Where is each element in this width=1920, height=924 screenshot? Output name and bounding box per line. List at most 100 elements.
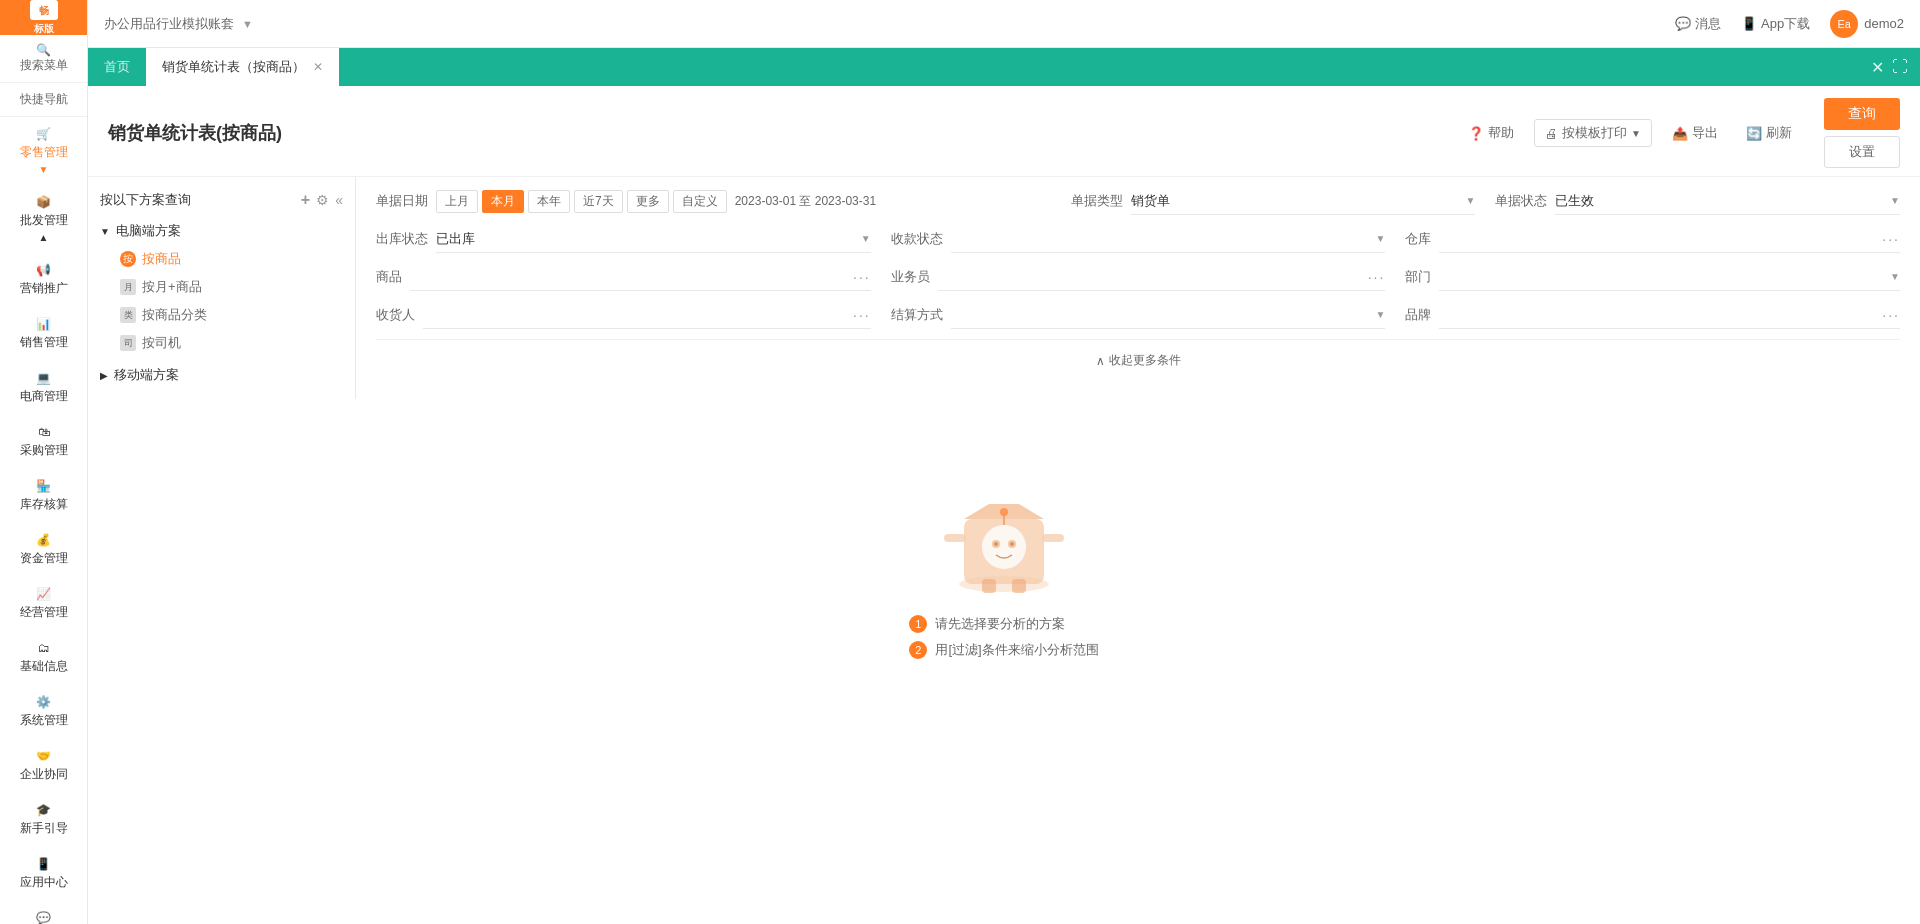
sidebar-quick-nav[interactable]: 快捷导航 [0,83,87,117]
out-status-value[interactable]: 已出库 ▼ [436,225,871,253]
scheme-panel-actions: + ⚙ « [301,191,343,209]
sidebar-item-purchase[interactable]: 🛍 采购管理 [0,415,87,469]
product-value[interactable]: ··· [410,263,871,291]
collapse-label: 收起更多条件 [1109,352,1181,369]
payment-value[interactable]: ▼ [951,301,1386,329]
tab-home[interactable]: 首页 [88,48,146,86]
app-download-btn[interactable]: 📱 App下载 [1741,15,1810,33]
scheme-item-by-product[interactable]: 按 按商品 [88,245,355,273]
empty-tips: 1 请先选择要分析的方案 2 用[过滤]条件来缩小分析范围 [909,615,1098,659]
industry-dropdown-icon[interactable]: ▼ [242,18,253,30]
date-btn-this-year[interactable]: 本年 [528,190,570,213]
refresh-btn[interactable]: 🔄 刷新 [1738,120,1800,146]
salesman-value[interactable]: ··· [938,263,1386,291]
sidebar-item-retail[interactable]: 🛒 零售管理 ▼ [0,117,87,185]
add-scheme-icon[interactable]: + [301,191,310,209]
tab-close-window-icon[interactable]: ✕ [1871,58,1884,77]
sidebar-item-base[interactable]: 🗂 基础信息 [0,631,87,685]
product-dots: ··· [853,269,871,285]
brand-value[interactable]: ··· [1439,301,1900,329]
help-btn[interactable]: ❓ 帮助 [1460,120,1522,146]
desktop-group-arrow: ▼ [100,226,110,237]
help-icon: ❓ [1468,126,1484,141]
print-icon: 🖨 [1545,126,1558,141]
receipt-status-label: 收款状态 [891,230,943,248]
sidebar-item-system[interactable]: ⚙️ 系统管理 [0,685,87,739]
sidebar-item-sales-mgmt[interactable]: 📊 销售管理 [0,307,87,361]
receipt-status-value[interactable]: ▼ [951,225,1386,253]
wholesale-icon: 📦 [36,195,51,209]
message-label: 消息 [1695,15,1721,33]
query-button[interactable]: 查询 [1824,98,1900,130]
collapse-btn[interactable]: ∧ 收起更多条件 [1080,348,1197,373]
message-btn[interactable]: 💬 消息 [1675,15,1721,33]
sidebar-item-cooperation[interactable]: 🤝 企业协同 [0,739,87,793]
recipient-label: 收货人 [376,306,415,324]
empty-tip-2: 2 用[过滤]条件来缩小分析范围 [909,641,1098,659]
apps-icon: 📱 [36,857,51,871]
collapse-scheme-icon[interactable]: « [335,192,343,208]
product-label: 商品 [376,268,402,286]
retail-icon: 🛒 [36,127,51,141]
guide-icon: 🎓 [36,803,51,817]
settings-scheme-icon[interactable]: ⚙ [316,192,329,208]
filter-field-payment: 结算方式 ▼ [891,301,1386,329]
sidebar-item-guide[interactable]: 🎓 新手引导 [0,793,87,847]
svg-point-5 [994,542,998,546]
sidebar-search[interactable]: 🔍 帮助 搜索菜单 [0,35,87,83]
mobile-group-label: 移动端方案 [114,366,179,384]
wechat-icon: 💬 [36,911,51,924]
doc-type-text: 销货单 [1131,192,1170,210]
operations-label: 经营管理 [20,604,68,621]
user-info[interactable]: Ea demo2 [1830,10,1904,38]
svg-rect-12 [1012,579,1026,593]
logo-text: 标版 [34,22,54,35]
salesman-dots: ··· [1368,269,1386,285]
sidebar-item-inventory[interactable]: 🏪 库存核算 [0,469,87,523]
svg-rect-11 [982,579,996,593]
date-btn-last7[interactable]: 近7天 [574,190,623,213]
doc-status-value[interactable]: 已生效 ▼ [1555,187,1900,215]
wholesale-label: 批发管理 [20,212,68,229]
department-arrow: ▼ [1890,271,1900,282]
tip-num-2: 2 [909,641,927,659]
brand-dots: ··· [1882,307,1900,323]
sidebar-item-ecommerce[interactable]: 💻 电商管理 [0,361,87,415]
settings-button[interactable]: 设置 [1824,136,1900,168]
date-btn-last-month[interactable]: 上月 [436,190,478,213]
mobile-group-header[interactable]: ▶ 移动端方案 [88,361,355,389]
tab-close-icon[interactable]: ✕ [313,60,323,74]
print-btn[interactable]: 🖨 按模板打印 ▼ [1534,119,1652,147]
finance-label: 资金管理 [20,550,68,567]
scheme-item-by-driver[interactable]: 司 按司机 [88,329,355,357]
desktop-group-header[interactable]: ▼ 电脑端方案 [88,217,355,245]
doc-status-arrow: ▼ [1890,195,1900,206]
sidebar-item-marketing[interactable]: 📢 营销推广 [0,253,87,307]
message-icon: 💬 [1675,16,1691,31]
scheme-item-by-month[interactable]: 月 按月+商品 [88,273,355,301]
doc-type-value[interactable]: 销货单 ▼ [1131,187,1476,215]
date-btn-this-month[interactable]: 本月 [482,190,524,213]
sidebar-item-apps[interactable]: 📱 应用中心 [0,847,87,901]
sales-mgmt-icon: 📊 [36,317,51,331]
tip-text-1: 请先选择要分析的方案 [935,615,1065,633]
date-btn-more[interactable]: 更多 [627,190,669,213]
sidebar-item-operations[interactable]: 📈 经营管理 [0,577,87,631]
export-btn[interactable]: 📤 导出 [1664,120,1726,146]
sidebar-item-wholesale[interactable]: 📦 批发管理 ▲ [0,185,87,253]
scheme-item-by-category[interactable]: 类 按商品分类 [88,301,355,329]
scheme-panel-header: 按以下方案查询 + ⚙ « [88,185,355,215]
finance-icon: 💰 [36,533,51,547]
department-value[interactable]: ▼ [1439,263,1900,291]
guide-label: 新手引导 [20,820,68,837]
tab-sales-stats[interactable]: 销货单统计表（按商品） ✕ [146,48,339,86]
tab-expand-icon[interactable]: ⛶ [1892,58,1908,76]
date-label: 单据日期 [376,192,428,210]
main-area: 办公用品行业模拟账套 ▼ 💬 消息 📱 App下载 Ea demo2 首页 [88,0,1920,924]
date-btn-custom[interactable]: 自定义 [673,190,727,213]
sidebar-item-finance[interactable]: 💰 资金管理 [0,523,87,577]
warehouse-value[interactable]: ··· [1439,225,1900,253]
sidebar-item-wechat[interactable]: 💬 企业微信 [0,901,87,924]
department-label: 部门 [1405,268,1431,286]
recipient-value[interactable]: ··· [423,301,871,329]
